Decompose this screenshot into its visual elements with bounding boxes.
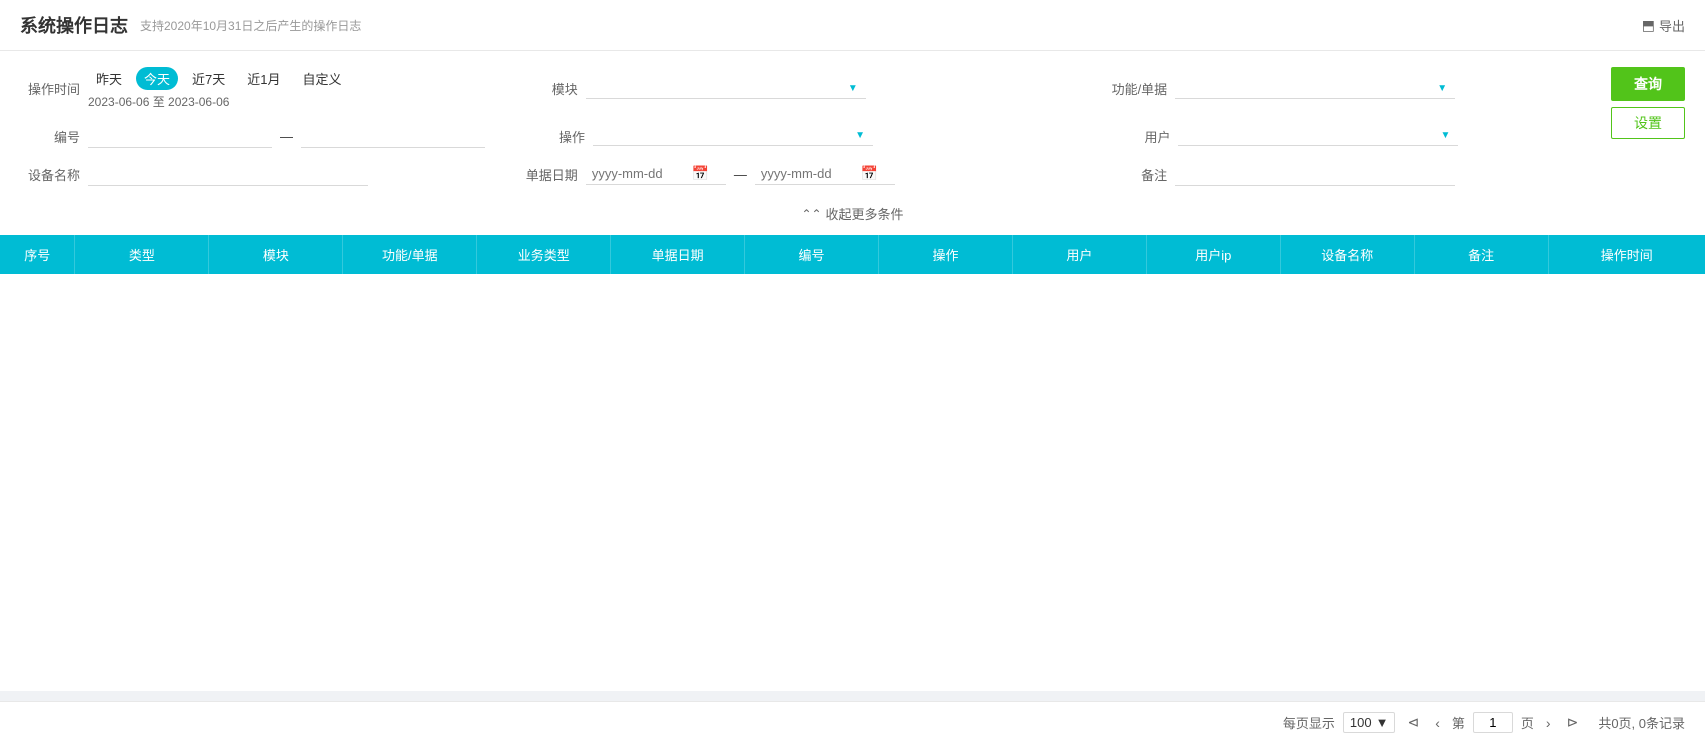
module-chevron-icon: ▼: [848, 83, 858, 94]
col-user-ip: 用户ip: [1147, 235, 1281, 274]
number-from-input[interactable]: [88, 124, 272, 148]
user-chevron-icon: ▼: [1441, 130, 1451, 141]
date-filter-col: 单据日期 📅 — 📅: [518, 163, 1067, 185]
export-icon: ⬒: [1642, 17, 1655, 34]
operation-label: 操作: [525, 127, 585, 146]
calendar-to-icon[interactable]: 📅: [861, 165, 878, 182]
date-to-input[interactable]: [761, 166, 861, 181]
user-select[interactable]: ▼: [1178, 126, 1458, 146]
page-header: 系统操作日志 支持2020年10月31日之后产生的操作日志 ⬒ 导出: [0, 0, 1705, 51]
number-dash: —: [280, 129, 293, 144]
time-btn-yesterday[interactable]: 昨天: [88, 67, 130, 90]
device-label: 设备名称: [20, 165, 80, 184]
page-subtitle: 支持2020年10月31日之后产生的操作日志: [140, 17, 361, 34]
page-unit: 页: [1521, 713, 1534, 732]
func-label: 功能/单据: [1107, 79, 1167, 98]
col-user: 用户: [1013, 235, 1147, 274]
remark-label: 备注: [1107, 165, 1167, 184]
total-text: 共0页, 0条记录: [1598, 713, 1685, 732]
col-operation: 操作: [879, 235, 1013, 274]
table-area: 序号 类型 模块 功能/单据 业务类型 单据日期 编号 操作 用户 用户ip 设…: [0, 235, 1705, 691]
time-btns: 昨天 今天 近7天 近1月 自定义: [88, 67, 350, 90]
table-body: [0, 274, 1705, 614]
time-label: 操作时间: [20, 79, 80, 98]
collapse-row: ⌃⌃ 收起更多条件: [20, 200, 1685, 227]
number-to-input[interactable]: [301, 124, 485, 148]
col-func: 功能/单据: [343, 235, 477, 274]
module-select[interactable]: ▼: [586, 79, 866, 99]
page-number-input[interactable]: [1473, 712, 1513, 733]
time-btn-7days[interactable]: 近7天: [184, 67, 233, 90]
time-filter-col: 操作时间 昨天 今天 近7天 近1月 自定义 2023-06-06 至 2023…: [20, 67, 478, 110]
operation-chevron-icon: ▼: [855, 130, 865, 141]
per-page-select[interactable]: 100 ▼: [1343, 712, 1396, 733]
func-select[interactable]: ▼: [1175, 79, 1455, 99]
per-page-label: 每页显示: [1283, 713, 1335, 732]
page-container: 系统操作日志 支持2020年10月31日之后产生的操作日志 ⬒ 导出 操作时间 …: [0, 0, 1705, 743]
col-op-time: 操作时间: [1549, 235, 1705, 274]
next-page-button[interactable]: ›: [1542, 713, 1555, 733]
operation-select[interactable]: ▼: [593, 126, 873, 146]
col-doc-date: 单据日期: [611, 235, 745, 274]
filter-row-1: 操作时间 昨天 今天 近7天 近1月 自定义 2023-06-06 至 2023…: [20, 67, 1685, 110]
col-number: 编号: [745, 235, 879, 274]
export-button[interactable]: ⬒ 导出: [1642, 16, 1685, 35]
col-module: 模块: [209, 235, 343, 274]
collapse-label: 收起更多条件: [826, 204, 904, 223]
col-remark: 备注: [1415, 235, 1549, 274]
device-filter-col: 设备名称: [20, 162, 478, 186]
col-biz-type: 业务类型: [477, 235, 611, 274]
module-label: 模块: [518, 79, 578, 98]
filter-row-2: 编号 — 操作 ▼ 用户 ▼: [20, 124, 1685, 148]
remark-input[interactable]: [1175, 162, 1455, 186]
page-label: 第: [1452, 713, 1465, 732]
settings-button[interactable]: 设置: [1611, 107, 1685, 139]
remark-filter-col: 备注: [1107, 162, 1565, 186]
calendar-from-icon[interactable]: 📅: [692, 165, 709, 182]
col-type: 类型: [75, 235, 209, 274]
filter-section: 操作时间 昨天 今天 近7天 近1月 自定义 2023-06-06 至 2023…: [0, 51, 1705, 235]
func-filter-col: 功能/单据 ▼: [1107, 79, 1565, 99]
prev-page-button[interactable]: ‹: [1431, 713, 1444, 733]
time-btn-1month[interactable]: 近1月: [239, 67, 288, 90]
collapse-button[interactable]: ⌃⌃ 收起更多条件: [789, 200, 915, 227]
number-filter-col: 编号 —: [20, 124, 485, 148]
page-title: 系统操作日志: [20, 12, 128, 38]
func-chevron-icon: ▼: [1437, 83, 1447, 94]
filter-row-3: 设备名称 单据日期 📅 — 📅 备注: [20, 162, 1685, 186]
date-from-wrap: 📅: [586, 163, 726, 185]
pagination-bar: 每页显示 100 ▼ ⊲ ‹ 第 页 › ⊳ 共0页, 0条记录: [0, 701, 1705, 743]
per-page-value: 100: [1350, 715, 1372, 730]
number-label: 编号: [20, 127, 80, 146]
operation-filter-col: 操作 ▼: [525, 126, 1070, 146]
col-seq: 序号: [0, 235, 75, 274]
first-page-button[interactable]: ⊲: [1403, 712, 1423, 733]
col-device: 设备名称: [1281, 235, 1415, 274]
query-button[interactable]: 查询: [1611, 67, 1685, 101]
module-filter-col: 模块 ▼: [518, 79, 1067, 99]
date-label: 单据日期: [518, 165, 578, 184]
device-input[interactable]: [88, 162, 368, 186]
scrollbar-area[interactable]: [0, 691, 1705, 701]
action-buttons: 查询 设置: [1611, 67, 1685, 139]
user-label: 用户: [1110, 127, 1170, 146]
export-label: 导出: [1659, 16, 1685, 35]
per-page-chevron-icon: ▼: [1376, 715, 1389, 730]
time-btn-today[interactable]: 今天: [136, 67, 178, 90]
date-from-input[interactable]: [592, 166, 692, 181]
time-btn-custom[interactable]: 自定义: [295, 67, 350, 90]
collapse-icon: ⌃⌃: [801, 207, 821, 221]
table-header: 序号 类型 模块 功能/单据 业务类型 单据日期 编号 操作 用户 用户ip 设…: [0, 235, 1705, 274]
date-to-wrap: 📅: [755, 163, 895, 185]
time-filter-group: 昨天 今天 近7天 近1月 自定义 2023-06-06 至 2023-06-0…: [88, 67, 350, 110]
date-dash: —: [734, 167, 747, 182]
user-filter-col: 用户 ▼: [1110, 126, 1565, 146]
last-page-button[interactable]: ⊳: [1563, 712, 1583, 733]
time-range-display: 2023-06-06 至 2023-06-06: [88, 93, 350, 110]
